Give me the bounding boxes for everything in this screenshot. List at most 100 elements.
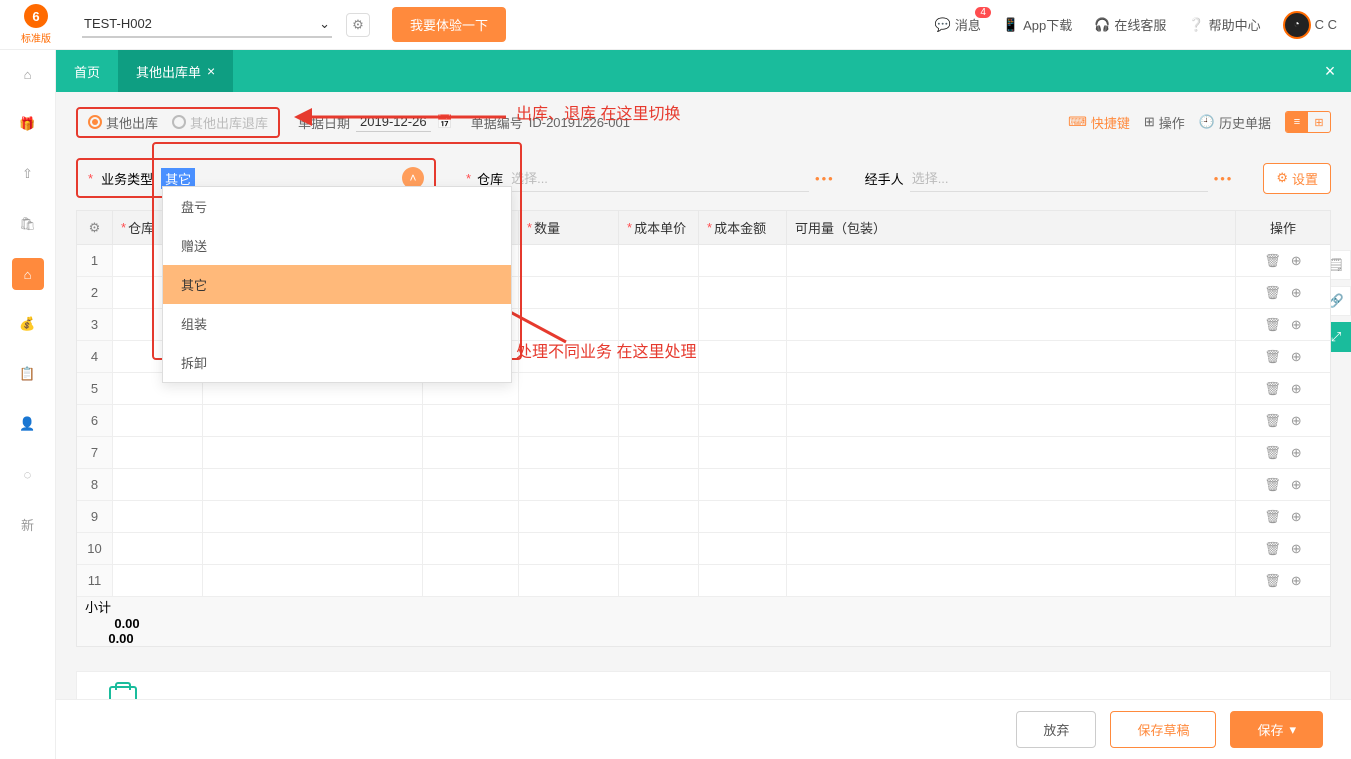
view-list-button[interactable]: ≡ — [1286, 112, 1308, 132]
cell-qty[interactable] — [519, 565, 619, 596]
delete-icon[interactable]: 🗑 — [1264, 541, 1281, 557]
handler-input[interactable]: 选择... — [910, 164, 1208, 192]
cell-avail[interactable] — [787, 565, 1236, 596]
cell-avail[interactable] — [787, 373, 1236, 404]
column-gear[interactable]: ⚙ — [77, 211, 113, 244]
view-grid-button[interactable]: ⊞ — [1308, 112, 1330, 132]
cell-no[interactable] — [203, 437, 423, 468]
gear-icon[interactable]: ⚙ — [346, 13, 370, 37]
try-button[interactable]: 我要体验一下 — [392, 7, 506, 42]
dropdown-item[interactable]: 组装 — [163, 304, 511, 343]
table-row[interactable]: 11🗑⊕ — [77, 565, 1330, 597]
operate-link[interactable]: ⊞操作 — [1144, 113, 1185, 132]
save-button[interactable]: 保存▾ — [1230, 711, 1323, 748]
dropdown-item[interactable]: 拆卸 — [163, 343, 511, 382]
add-icon[interactable]: ⊕ — [1291, 445, 1302, 461]
cell-avail[interactable] — [787, 469, 1236, 500]
cell-warehouse[interactable] — [113, 469, 203, 500]
close-icon[interactable]: × — [207, 63, 215, 79]
cell-unit[interactable] — [423, 501, 519, 532]
add-icon[interactable]: ⊕ — [1291, 253, 1302, 269]
delete-icon[interactable]: 🗑 — [1264, 477, 1281, 493]
cell-amt[interactable] — [699, 469, 787, 500]
app-download-link[interactable]: 📱 App下载 — [1003, 15, 1072, 34]
nav-clipboard-icon[interactable]: 📋 — [12, 358, 44, 390]
cell-qty[interactable] — [519, 373, 619, 404]
cell-cost[interactable] — [619, 437, 699, 468]
nav-money-icon[interactable]: 💰 — [12, 308, 44, 340]
cell-no[interactable] — [203, 469, 423, 500]
shortcut-link[interactable]: ⌨快捷键 — [1068, 113, 1130, 132]
cell-avail[interactable] — [787, 309, 1236, 340]
cell-warehouse[interactable] — [113, 565, 203, 596]
table-row[interactable]: 10🗑⊕ — [77, 533, 1330, 565]
cell-avail[interactable] — [787, 501, 1236, 532]
calendar-icon[interactable]: 📅 — [437, 114, 453, 130]
tenant-select[interactable]: TEST-H002 ⌄ — [82, 12, 332, 38]
nav-refresh-icon[interactable]: ◌ — [12, 458, 44, 490]
cell-no[interactable] — [203, 405, 423, 436]
cell-warehouse[interactable] — [113, 405, 203, 436]
cell-avail[interactable] — [787, 277, 1236, 308]
nav-contact-icon[interactable]: 👤 — [12, 408, 44, 440]
nav-gift-icon[interactable]: 🎁 — [12, 108, 44, 140]
messages-link[interactable]: 💬 消息 4 — [935, 15, 981, 34]
delete-icon[interactable]: 🗑 — [1264, 445, 1281, 461]
cell-amt[interactable] — [699, 533, 787, 564]
cell-no[interactable] — [203, 501, 423, 532]
delete-icon[interactable]: 🗑 — [1264, 317, 1281, 333]
tab-home[interactable]: 首页 — [56, 50, 118, 92]
cell-qty[interactable] — [519, 437, 619, 468]
cell-cost[interactable] — [619, 565, 699, 596]
delete-icon[interactable]: 🗑 — [1264, 253, 1281, 269]
service-link[interactable]: 🎧 在线客服 — [1094, 15, 1166, 34]
cell-cost[interactable] — [619, 469, 699, 500]
add-icon[interactable]: ⊕ — [1291, 317, 1302, 333]
table-row[interactable]: 8🗑⊕ — [77, 469, 1330, 501]
nav-home-icon[interactable]: ⌂ — [12, 58, 44, 90]
cell-amt[interactable] — [699, 405, 787, 436]
cell-unit[interactable] — [423, 437, 519, 468]
more-icon[interactable]: ••• — [815, 171, 835, 186]
cell-warehouse[interactable] — [113, 501, 203, 532]
nav-bag-icon[interactable]: 🛍 — [12, 208, 44, 240]
cell-cost[interactable] — [619, 501, 699, 532]
cell-unit[interactable] — [423, 533, 519, 564]
radio-return[interactable]: 其他出库退库 — [172, 113, 268, 132]
cell-unit[interactable] — [423, 469, 519, 500]
discard-button[interactable]: 放弃 — [1016, 711, 1096, 748]
history-link[interactable]: 🕘历史单据 — [1199, 113, 1271, 132]
add-icon[interactable]: ⊕ — [1291, 541, 1302, 557]
cell-qty[interactable] — [519, 501, 619, 532]
cell-qty[interactable] — [519, 245, 619, 276]
user-menu[interactable]: ◔ C C — [1283, 11, 1337, 39]
warehouse-input[interactable]: 选择... — [509, 164, 809, 192]
cell-avail[interactable] — [787, 533, 1236, 564]
save-draft-button[interactable]: 保存草稿 — [1110, 711, 1216, 748]
cell-avail[interactable] — [787, 245, 1236, 276]
cell-unit[interactable] — [423, 565, 519, 596]
cell-amt[interactable] — [699, 277, 787, 308]
add-icon[interactable]: ⊕ — [1291, 477, 1302, 493]
cell-cost[interactable] — [619, 373, 699, 404]
cell-amt[interactable] — [699, 245, 787, 276]
table-row[interactable]: 7🗑⊕ — [77, 437, 1330, 469]
cell-amt[interactable] — [699, 565, 787, 596]
settings-button[interactable]: ⚙设置 — [1263, 163, 1331, 194]
cell-qty[interactable] — [519, 405, 619, 436]
nav-warehouse-icon[interactable]: ⌂ — [12, 258, 44, 290]
more-icon[interactable]: ••• — [1214, 171, 1234, 186]
cell-unit[interactable] — [423, 405, 519, 436]
radio-outbound[interactable]: 其他出库 — [88, 113, 158, 132]
cell-cost[interactable] — [619, 245, 699, 276]
add-icon[interactable]: ⊕ — [1291, 573, 1302, 589]
nav-new-icon[interactable]: 新 — [12, 508, 44, 540]
add-icon[interactable]: ⊕ — [1291, 413, 1302, 429]
dropdown-item[interactable]: 赠送 — [163, 226, 511, 265]
delete-icon[interactable]: 🗑 — [1264, 573, 1281, 589]
cell-warehouse[interactable] — [113, 533, 203, 564]
cell-qty[interactable] — [519, 277, 619, 308]
doc-date-value[interactable]: 2019-12-26 — [356, 112, 431, 132]
cell-no[interactable] — [203, 565, 423, 596]
tab-other-outbound[interactable]: 其他出库单 × — [118, 50, 233, 92]
